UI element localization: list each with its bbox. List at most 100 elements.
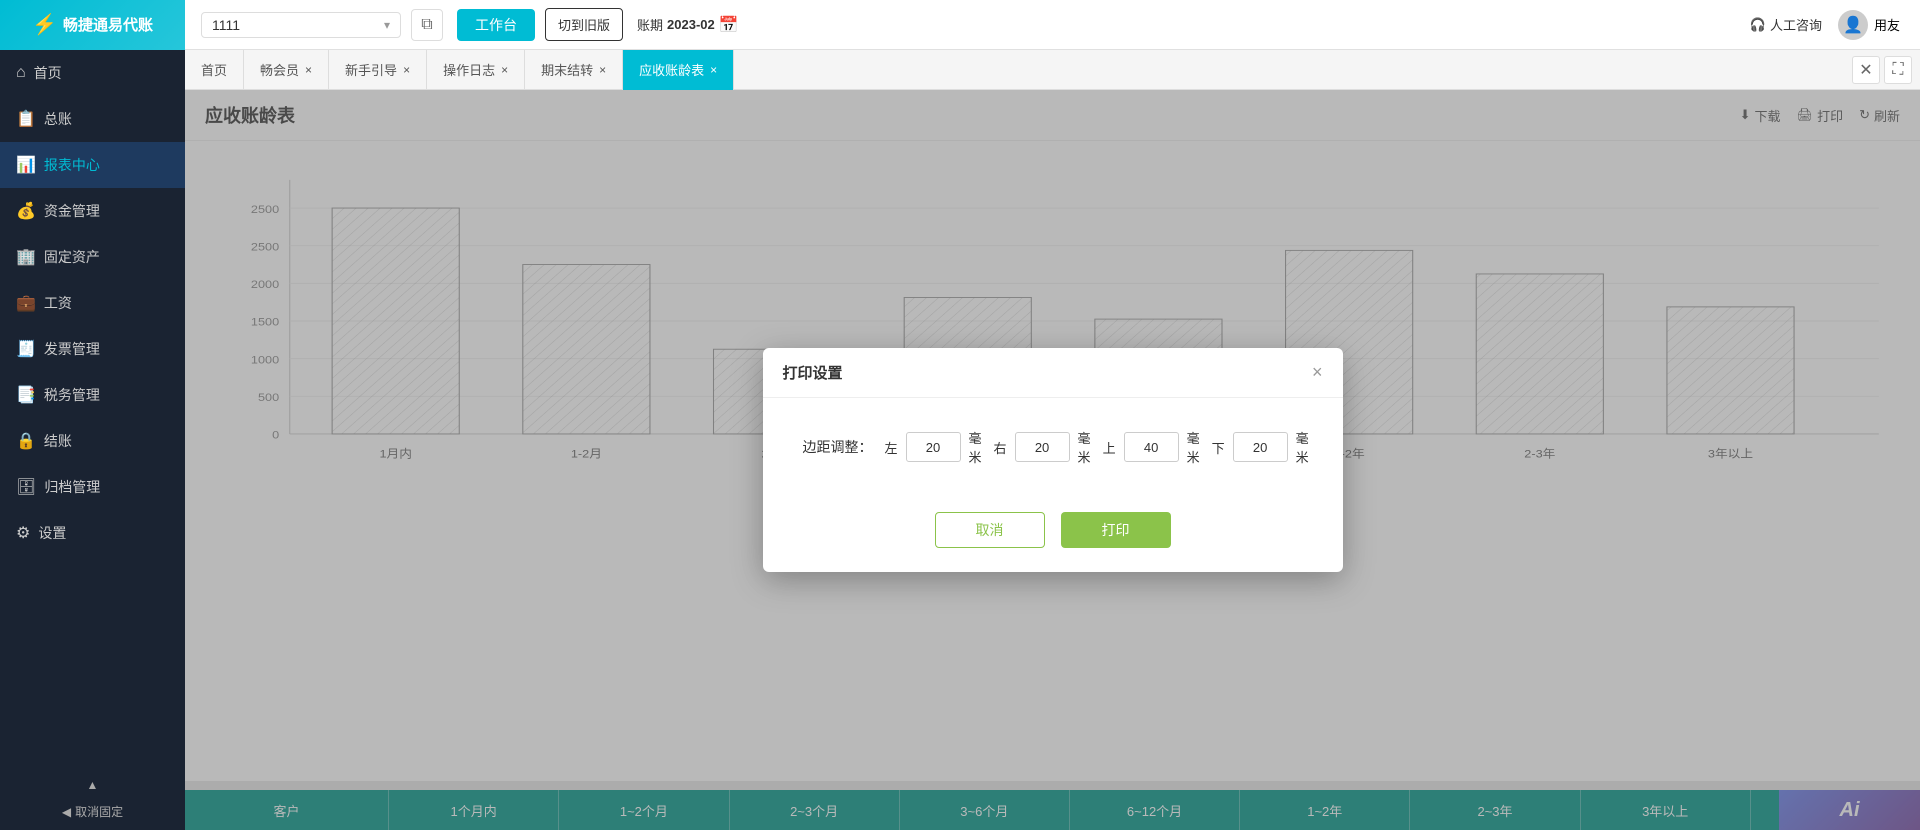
top-bar: ⚡ 畅捷通易代账 1111 ▾ ⧉ 工作台 切到旧版 账期 2023-02 📅 … bbox=[0, 0, 1920, 50]
tax-icon: 📑 bbox=[16, 385, 36, 405]
reports-icon: 📊 bbox=[16, 155, 36, 175]
top-margin-group: 上 毫米 bbox=[1103, 428, 1200, 466]
tabs-bar: 首页 畅会员 × 新手引导 × 操作日志 × 期末结转 × 应收账龄表 × bbox=[185, 50, 1920, 90]
dialog-header: 打印设置 × bbox=[763, 348, 1343, 398]
funds-icon: 💰 bbox=[16, 201, 36, 221]
dialog-title: 打印设置 bbox=[783, 362, 843, 383]
tab-label-guide: 新手引导 bbox=[345, 60, 397, 79]
sidebar-item-closing[interactable]: 🔒 结账 bbox=[0, 418, 185, 464]
avatar: 👤 bbox=[1838, 10, 1868, 40]
top-unit: 毫米 bbox=[1187, 428, 1200, 466]
support-label: 人工咨询 bbox=[1770, 15, 1822, 34]
workbench-button[interactable]: 工作台 bbox=[457, 9, 535, 41]
left-margin-input[interactable] bbox=[906, 432, 961, 462]
support-button[interactable]: 🎧 人工咨询 bbox=[1750, 15, 1822, 34]
copy-button[interactable]: ⧉ bbox=[411, 9, 443, 41]
bottom-label: 下 bbox=[1212, 438, 1225, 457]
sidebar-item-home[interactable]: ⌂ 首页 bbox=[0, 50, 185, 96]
user-area[interactable]: 👤 用友 bbox=[1838, 10, 1900, 40]
closing-icon: 🔒 bbox=[16, 431, 36, 451]
dialog-overlay: 打印设置 × 边距调整： 左 毫米 右 bbox=[185, 90, 1920, 830]
sidebar-item-invoice[interactable]: 🧾 发票管理 bbox=[0, 326, 185, 372]
bottom-unit: 毫米 bbox=[1296, 428, 1309, 466]
bottom-margin-group: 下 毫米 bbox=[1212, 428, 1309, 466]
sidebar: ⌂ 首页 📋 总账 📊 报表中心 💰 资金管理 🏢 固定资产 💼 工资 🧾 发票… bbox=[0, 50, 185, 830]
sidebar-label-closing: 结账 bbox=[44, 431, 72, 451]
sidebar-label-settings: 设置 bbox=[38, 523, 66, 543]
confirm-print-button[interactable]: 打印 bbox=[1061, 512, 1171, 548]
right-unit: 毫米 bbox=[1078, 428, 1091, 466]
left-unit: 毫米 bbox=[969, 428, 982, 466]
sidebar-item-tax[interactable]: 📑 税务管理 bbox=[0, 372, 185, 418]
tab-member[interactable]: 畅会员 × bbox=[244, 50, 329, 90]
tab-label-oplog: 操作日志 bbox=[443, 60, 495, 79]
sidebar-label-invoice: 发票管理 bbox=[44, 339, 100, 359]
user-icon: 👤 bbox=[1843, 15, 1863, 35]
period-area: 账期 2023-02 📅 bbox=[637, 15, 739, 35]
salary-icon: 💼 bbox=[16, 293, 36, 313]
left-margin-group: 左 毫米 bbox=[885, 428, 982, 466]
tab-oplog[interactable]: 操作日志 × bbox=[427, 50, 525, 90]
cancel-button[interactable]: 取消 bbox=[935, 512, 1045, 548]
sidebar-label-assets: 固定资产 bbox=[44, 247, 100, 267]
tab-closing[interactable]: 期末结转 × bbox=[525, 50, 623, 90]
sidebar-item-ledger[interactable]: 📋 总账 bbox=[0, 96, 185, 142]
window-maximize-button[interactable]: ⛶ bbox=[1884, 56, 1912, 84]
right-margin-input[interactable] bbox=[1015, 432, 1070, 462]
calendar-icon[interactable]: 📅 bbox=[719, 15, 739, 35]
invoice-icon: 🧾 bbox=[16, 339, 36, 359]
company-name: 1111 bbox=[212, 17, 384, 33]
tab-close-aging[interactable]: × bbox=[710, 63, 717, 77]
archive-icon: 🗄 bbox=[16, 477, 36, 497]
sidebar-item-salary[interactable]: 💼 工资 bbox=[0, 280, 185, 326]
tab-close-guide[interactable]: × bbox=[403, 63, 410, 77]
tab-close-oplog[interactable]: × bbox=[501, 63, 508, 77]
tab-close-member[interactable]: × bbox=[305, 63, 312, 77]
sidebar-item-archive[interactable]: 🗄 归档管理 bbox=[0, 464, 185, 510]
margin-label: 边距调整： bbox=[803, 437, 873, 457]
sidebar-label-salary: 工资 bbox=[44, 293, 72, 313]
switch-version-button[interactable]: 切到旧版 bbox=[545, 8, 623, 41]
sidebar-label-funds: 资金管理 bbox=[44, 201, 100, 221]
sidebar-item-funds[interactable]: 💰 资金管理 bbox=[0, 188, 185, 234]
period-value: 2023-02 bbox=[667, 17, 715, 32]
assets-icon: 🏢 bbox=[16, 247, 36, 267]
dialog-close-button[interactable]: × bbox=[1312, 362, 1323, 383]
sidebar-item-settings[interactable]: ⚙ 设置 bbox=[0, 510, 185, 556]
tab-home[interactable]: 首页 bbox=[185, 50, 244, 90]
bottom-margin-input[interactable] bbox=[1233, 432, 1288, 462]
settings-icon: ⚙ bbox=[16, 523, 30, 543]
sidebar-label-home: 首页 bbox=[34, 63, 62, 83]
sidebar-scroll-up[interactable]: ▲ bbox=[0, 770, 185, 800]
print-settings-dialog: 打印设置 × 边距调整： 左 毫米 右 bbox=[763, 348, 1343, 572]
sidebar-label-tax: 税务管理 bbox=[44, 385, 100, 405]
top-label: 上 bbox=[1103, 438, 1116, 457]
ledger-icon: 📋 bbox=[16, 109, 36, 129]
margin-form-row: 边距调整： 左 毫米 右 毫米 bbox=[803, 428, 1303, 466]
tab-label-closing: 期末结转 bbox=[541, 60, 593, 79]
tab-label-home: 首页 bbox=[201, 60, 227, 79]
sidebar-label-archive: 归档管理 bbox=[44, 477, 100, 497]
top-margin-input[interactable] bbox=[1124, 432, 1179, 462]
company-selector[interactable]: 1111 ▾ bbox=[201, 12, 401, 38]
tab-label-member: 畅会员 bbox=[260, 60, 299, 79]
top-right: 🎧 人工咨询 👤 用友 bbox=[1750, 10, 1900, 40]
tab-label-aging: 应收账龄表 bbox=[639, 60, 704, 79]
tab-close-closing[interactable]: × bbox=[599, 63, 606, 77]
tab-aging[interactable]: 应收账龄表 × bbox=[623, 50, 734, 90]
content-area: 首页 畅会员 × 新手引导 × 操作日志 × 期末结转 × 应收账龄表 × bbox=[185, 50, 1920, 830]
left-label: 左 bbox=[885, 438, 898, 457]
sidebar-item-reports[interactable]: 📊 报表中心 bbox=[0, 142, 185, 188]
sidebar-item-assets[interactable]: 🏢 固定资产 bbox=[0, 234, 185, 280]
logo-text: 畅捷通易代账 bbox=[63, 14, 153, 35]
tab-guide[interactable]: 新手引导 × bbox=[329, 50, 427, 90]
page-content: 应收账龄表 ⬇ 下载 🖨 打印 ↻ 刷新 bbox=[185, 90, 1920, 830]
dialog-body: 边距调整： 左 毫米 右 毫米 bbox=[763, 398, 1343, 496]
dropdown-icon: ▾ bbox=[384, 18, 390, 32]
main-layout: ⌂ 首页 📋 总账 📊 报表中心 💰 资金管理 🏢 固定资产 💼 工资 🧾 发票… bbox=[0, 50, 1920, 830]
right-label: 右 bbox=[994, 438, 1007, 457]
dialog-footer: 取消 打印 bbox=[763, 496, 1343, 572]
headset-icon: 🎧 bbox=[1750, 17, 1766, 33]
tabs-actions: ✕ ⛶ bbox=[1852, 56, 1920, 84]
window-close-button[interactable]: ✕ bbox=[1852, 56, 1880, 84]
